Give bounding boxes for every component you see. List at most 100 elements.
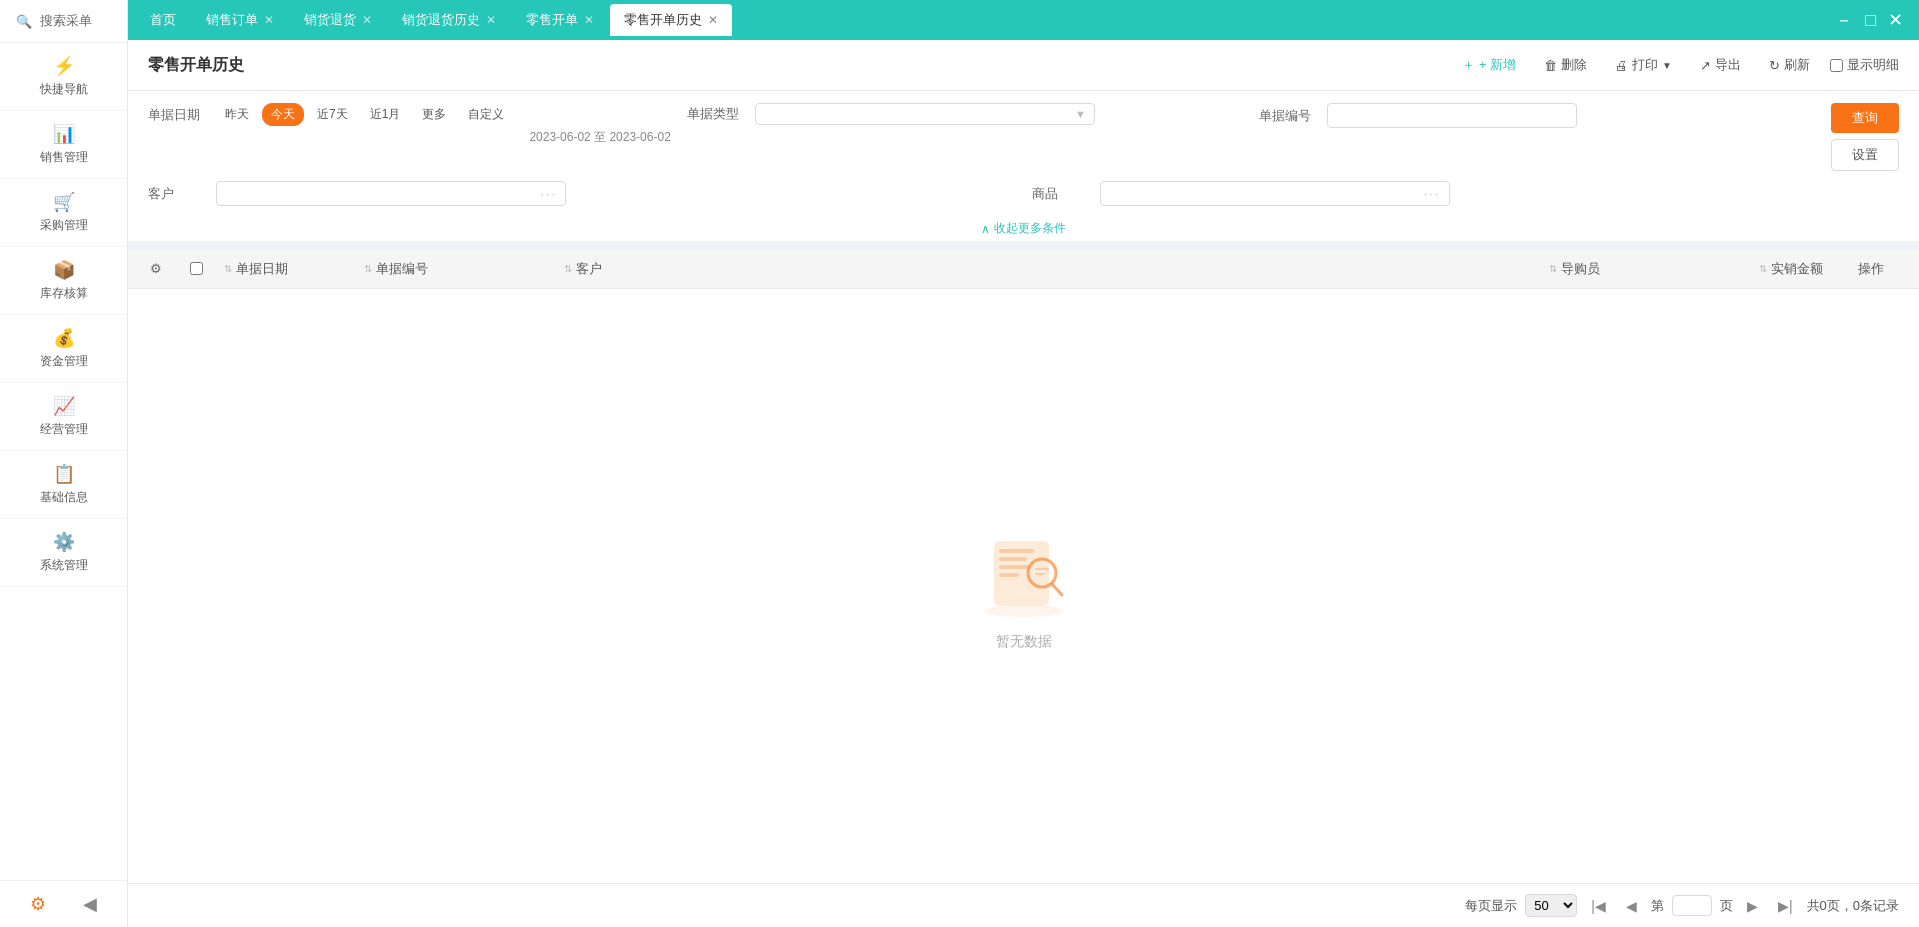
tab-sales-return[interactable]: 销货退货 ✕ (290, 4, 386, 36)
delete-button[interactable]: 🗑 删除 (1536, 52, 1595, 78)
customer-filter-input[interactable]: ··· (216, 181, 566, 206)
select-all-input[interactable] (190, 262, 203, 275)
th-amount-sort-icon: ⇅ (1759, 263, 1767, 274)
per-page-label: 每页显示 (1465, 897, 1517, 915)
show-detail-input[interactable] (1830, 59, 1843, 72)
tab-home[interactable]: 首页 (136, 4, 190, 36)
column-settings-icon[interactable]: ⚙ (136, 261, 176, 276)
collapse-bar[interactable]: ∧ 收起更多条件 (148, 216, 1899, 241)
th-customer-sort-icon: ⇅ (564, 263, 572, 274)
settings-button[interactable]: 设置 (1831, 139, 1899, 171)
date-btn-yesterday[interactable]: 昨天 (216, 103, 258, 126)
show-detail-checkbox[interactable]: 显示明细 (1830, 56, 1899, 74)
type-chevron-icon: ▼ (1075, 108, 1086, 120)
date-options: 昨天 今天 近7天 近1月 更多 自定义 (216, 103, 513, 126)
per-page-select[interactable]: 50 100 200 (1525, 894, 1577, 917)
goods-dots-icon: ··· (1424, 186, 1441, 201)
tab-sales-return-history[interactable]: 销货退货历史 ✕ (388, 4, 510, 36)
tab-sales-order-close[interactable]: ✕ (264, 13, 274, 27)
tab-sales-return-label: 销货退货 (304, 11, 356, 29)
date-btn-7days[interactable]: 近7天 (308, 103, 357, 126)
date-btn-today[interactable]: 今天 (262, 103, 304, 126)
svg-rect-3 (999, 557, 1027, 561)
type-filter-select[interactable]: ▼ (755, 103, 1095, 125)
quicknav-icon: ⚡ (53, 55, 75, 77)
last-page-btn[interactable]: ▶| (1772, 896, 1799, 916)
toolbar: ＋ + 新增 🗑 删除 🖨 打印 ▼ ↗ 导出 ↻ 刷新 显示 (1454, 52, 1899, 78)
sidebar-item-label: 系统管理 (40, 557, 88, 574)
sidebar-item-finance[interactable]: 💰 资金管理 (0, 315, 127, 383)
tab-sales-order[interactable]: 销售订单 ✕ (192, 4, 288, 36)
th-date[interactable]: ⇅ 单据日期 (216, 260, 356, 278)
sidebar-item-operation[interactable]: 📈 经营管理 (0, 383, 127, 451)
search-label: 搜索采单 (40, 12, 92, 30)
add-button[interactable]: ＋ + 新增 (1454, 52, 1524, 78)
sidebar-item-quicknav[interactable]: ⚡ 快捷导航 (0, 43, 127, 111)
operation-icon: 📈 (53, 395, 75, 417)
collapse-chevron-icon: ∧ (981, 222, 990, 236)
query-buttons: 查询 设置 (1831, 103, 1899, 171)
th-guide[interactable]: ⇅ 导购员 (1541, 260, 1681, 278)
page-label-prefix: 第 (1651, 897, 1664, 915)
tab-sales-return-history-close[interactable]: ✕ (486, 13, 496, 27)
tab-retail-history[interactable]: 零售开单历史 ✕ (610, 4, 732, 36)
th-date-sort-icon: ⇅ (224, 263, 232, 274)
basic-icon: 📋 (53, 463, 75, 485)
refresh-button[interactable]: ↻ 刷新 (1761, 52, 1818, 78)
system-icon: ⚙️ (53, 531, 75, 553)
inventory-icon: 📦 (53, 259, 75, 281)
th-date-label: 单据日期 (236, 260, 288, 278)
tab-sales-order-label: 销售订单 (206, 11, 258, 29)
th-customer[interactable]: ⇅ 客户 (556, 260, 1541, 278)
prev-page-btn[interactable]: ◀ (1620, 896, 1643, 916)
date-btn-custom[interactable]: 自定义 (459, 103, 513, 126)
svg-point-0 (984, 605, 1064, 617)
svg-line-7 (1052, 584, 1062, 595)
first-page-btn[interactable]: |◀ (1585, 896, 1612, 916)
customer-filter-label: 客户 (148, 185, 208, 203)
sidebar-item-system[interactable]: ⚙️ 系统管理 (0, 519, 127, 587)
select-all-checkbox[interactable] (176, 262, 216, 275)
sidebar-item-basic[interactable]: 📋 基础信息 (0, 451, 127, 519)
settings-bottom-icon[interactable]: ⚙ (30, 893, 46, 915)
window-restore-icon[interactable]: □ (1865, 10, 1876, 31)
search-menu[interactable]: 🔍 搜索采单 (0, 0, 127, 43)
tab-retail-history-close[interactable]: ✕ (708, 13, 718, 27)
next-page-btn[interactable]: ▶ (1741, 896, 1764, 916)
sidebar-item-purchase[interactable]: 🛒 采购管理 (0, 179, 127, 247)
th-guide-sort-icon: ⇅ (1549, 263, 1557, 274)
table-area: ⚙ ⇅ 单据日期 ⇅ 单据编号 ⇅ 客户 ⇅ 导购员 ⇅ 实销金额 (128, 249, 1919, 883)
query-button[interactable]: 查询 (1831, 103, 1899, 133)
export-button[interactable]: ↗ 导出 (1692, 52, 1749, 78)
type-filter-label: 单据类型 (687, 105, 747, 123)
page-header: 零售开单历史 ＋ + 新增 🗑 删除 🖨 打印 ▼ ↗ 导出 ↻ 刷新 (128, 40, 1919, 91)
date-btn-1month[interactable]: 近1月 (361, 103, 410, 126)
sidebar-item-inventory[interactable]: 📦 库存核算 (0, 247, 127, 315)
page-title: 零售开单历史 (148, 55, 244, 76)
goods-filter-input[interactable]: ··· (1100, 181, 1450, 206)
print-button[interactable]: 🖨 打印 ▼ (1607, 52, 1680, 78)
window-close-icon[interactable]: ✕ (1888, 9, 1903, 31)
svg-rect-5 (999, 573, 1019, 577)
add-icon: ＋ (1462, 56, 1475, 74)
date-btn-more[interactable]: 更多 (413, 103, 455, 126)
th-amount[interactable]: ⇅ 实销金额 (1681, 260, 1831, 278)
th-amount-label: 实销金额 (1771, 260, 1823, 278)
tab-bar: 首页 销售订单 ✕ 销货退货 ✕ 销货退货历史 ✕ 零售开单 ✕ 零售开单历史 … (128, 0, 1919, 40)
page-input[interactable]: 1 (1672, 895, 1712, 916)
sidebar-item-sales[interactable]: 📊 销售管理 (0, 111, 127, 179)
tab-retail-open[interactable]: 零售开单 ✕ (512, 4, 608, 36)
sidebar-item-label: 采购管理 (40, 217, 88, 234)
show-detail-label: 显示明细 (1847, 56, 1899, 74)
export-icon: ↗ (1700, 58, 1711, 73)
print-label: 打印 (1632, 56, 1658, 74)
sidebar-item-label: 资金管理 (40, 353, 88, 370)
window-minimize-icon[interactable]: － (1835, 8, 1853, 32)
no-filter-input[interactable] (1327, 103, 1577, 128)
th-no[interactable]: ⇅ 单据编号 (356, 260, 556, 278)
tab-home-label: 首页 (150, 11, 176, 29)
tab-sales-return-close[interactable]: ✕ (362, 13, 372, 27)
tab-retail-open-close[interactable]: ✕ (584, 13, 594, 27)
empty-text: 暂无数据 (996, 633, 1052, 651)
collapse-sidebar-icon[interactable]: ◀ (83, 893, 97, 915)
